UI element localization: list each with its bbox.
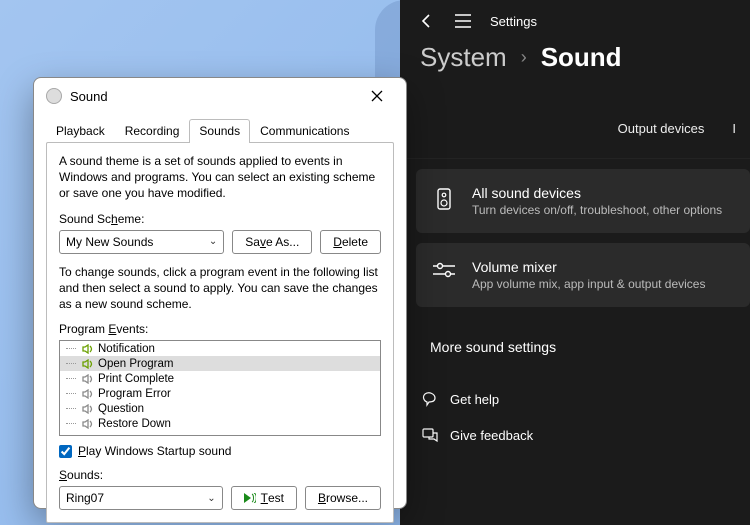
chevron-down-icon: ⌄ <box>209 236 217 247</box>
tab-recording[interactable]: Recording <box>115 119 190 143</box>
chevron-down-icon: ⌄ <box>207 493 215 504</box>
sounds-label: Sounds: <box>59 468 381 482</box>
card-title: Volume mixer <box>472 259 705 275</box>
program-event-item[interactable]: Restore Down <box>60 416 380 431</box>
settings-title: Settings <box>490 14 537 29</box>
card-all-sound-devices[interactable]: All sound devices Turn devices on/off, t… <box>416 169 750 233</box>
sound-dialog-title: Sound <box>70 89 356 104</box>
program-event-item[interactable]: Notification <box>60 341 380 356</box>
link-input-devices-partial[interactable]: I <box>732 121 736 136</box>
scheme-description: A sound theme is a set of sounds applied… <box>59 153 381 202</box>
tab-strip: Playback Recording Sounds Communications <box>34 112 406 142</box>
scheme-label: Sound Scheme: <box>59 212 381 226</box>
play-icon <box>244 493 256 503</box>
close-button[interactable] <box>356 84 398 108</box>
settings-window: Settings System › Sound Output devices I… <box>400 0 750 525</box>
sounds-combo[interactable]: Ring07 ⌄ <box>59 486 223 510</box>
help-icon <box>422 391 438 407</box>
program-event-item[interactable]: Open Program <box>60 356 380 371</box>
feedback-icon <box>422 427 438 443</box>
speaker-icon <box>430 185 458 211</box>
breadcrumb: System › Sound <box>400 34 750 91</box>
events-description: To change sounds, click a program event … <box>59 264 381 313</box>
startup-sound-checkbox[interactable]: Play Windows Startup sound <box>59 444 381 458</box>
breadcrumb-current: Sound <box>541 42 622 73</box>
events-label: Program Events: <box>59 322 381 336</box>
card-volume-mixer[interactable]: Volume mixer App volume mix, app input &… <box>416 243 750 307</box>
tab-playback[interactable]: Playback <box>46 119 115 143</box>
save-as-button[interactable]: Save As... <box>232 230 312 254</box>
program-events-list[interactable]: NotificationOpen ProgramPrint CompletePr… <box>59 340 381 436</box>
link-output-devices[interactable]: Output devices <box>618 121 705 136</box>
program-event-item[interactable]: Program Error <box>60 386 380 401</box>
scheme-combo[interactable]: My New Sounds ⌄ <box>59 230 224 254</box>
back-icon[interactable] <box>418 12 436 30</box>
program-event-item[interactable]: Print Complete <box>60 371 380 386</box>
chevron-right-icon: › <box>521 47 527 68</box>
hamburger-icon[interactable] <box>454 12 472 30</box>
card-title: All sound devices <box>472 185 722 201</box>
sound-dialog-icon <box>46 88 62 104</box>
mixer-icon <box>430 259 458 279</box>
link-get-help[interactable]: Get help <box>400 381 750 417</box>
sound-dialog: Sound Playback Recording Sounds Communic… <box>33 77 407 509</box>
test-button[interactable]: Test <box>231 486 297 510</box>
browse-button[interactable]: Browse... <box>305 486 381 510</box>
tab-sounds[interactable]: Sounds <box>189 119 250 143</box>
program-event-item[interactable]: Question <box>60 401 380 416</box>
tab-communications[interactable]: Communications <box>250 119 359 143</box>
card-subtitle: Turn devices on/off, troubleshoot, other… <box>472 203 722 217</box>
more-sound-settings[interactable]: More sound settings <box>400 313 750 381</box>
link-give-feedback[interactable]: Give feedback <box>400 417 750 453</box>
delete-button[interactable]: Delete <box>320 230 381 254</box>
breadcrumb-parent[interactable]: System <box>420 42 507 73</box>
card-subtitle: App volume mix, app input & output devic… <box>472 277 705 291</box>
